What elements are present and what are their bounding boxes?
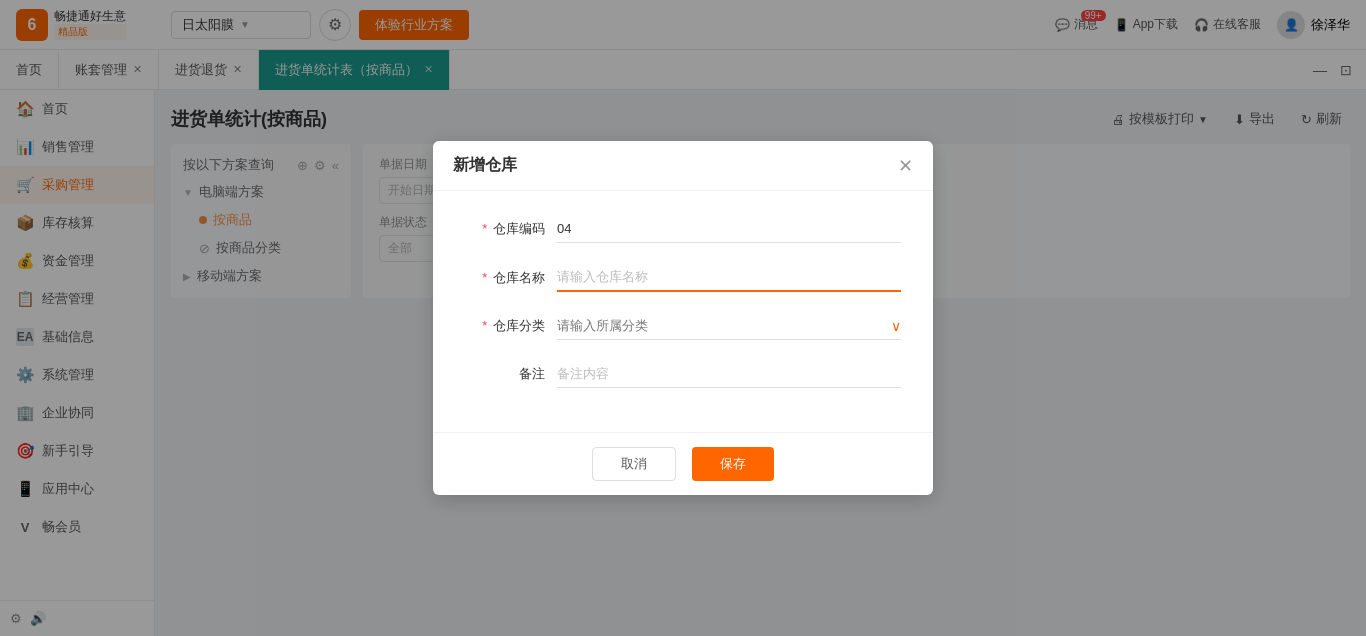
category-select-wrap: ∨ [557,312,901,340]
required-star-category: * [482,318,487,333]
modal-backdrop[interactable]: 新增仓库 ✕ * 仓库编码 * 仓库名称 [0,0,1366,636]
save-button[interactable]: 保存 [692,447,774,481]
warehouse-code-input[interactable] [557,215,901,243]
note-input[interactable] [557,360,901,388]
form-row-category: * 仓库分类 ∨ [465,312,901,340]
form-row-code: * 仓库编码 [465,215,901,243]
modal-footer: 取消 保存 [433,432,933,495]
category-label: * 仓库分类 [465,317,545,335]
warehouse-name-input[interactable] [557,263,901,292]
required-star-code: * [482,221,487,236]
cancel-button[interactable]: 取消 [592,447,676,481]
modal-close-button[interactable]: ✕ [898,157,913,175]
category-dropdown-icon[interactable]: ∨ [891,318,901,334]
code-label: * 仓库编码 [465,220,545,238]
name-label: * 仓库名称 [465,269,545,287]
required-star-name: * [482,270,487,285]
modal-header: 新增仓库 ✕ [433,141,933,191]
modal-body: * 仓库编码 * 仓库名称 * 仓库分类 [433,191,933,432]
note-label: 备注 [465,365,545,383]
form-row-name: * 仓库名称 [465,263,901,292]
new-warehouse-modal: 新增仓库 ✕ * 仓库编码 * 仓库名称 [433,141,933,495]
modal-title: 新增仓库 [453,155,517,176]
category-input[interactable] [557,312,891,339]
form-row-note: 备注 [465,360,901,388]
